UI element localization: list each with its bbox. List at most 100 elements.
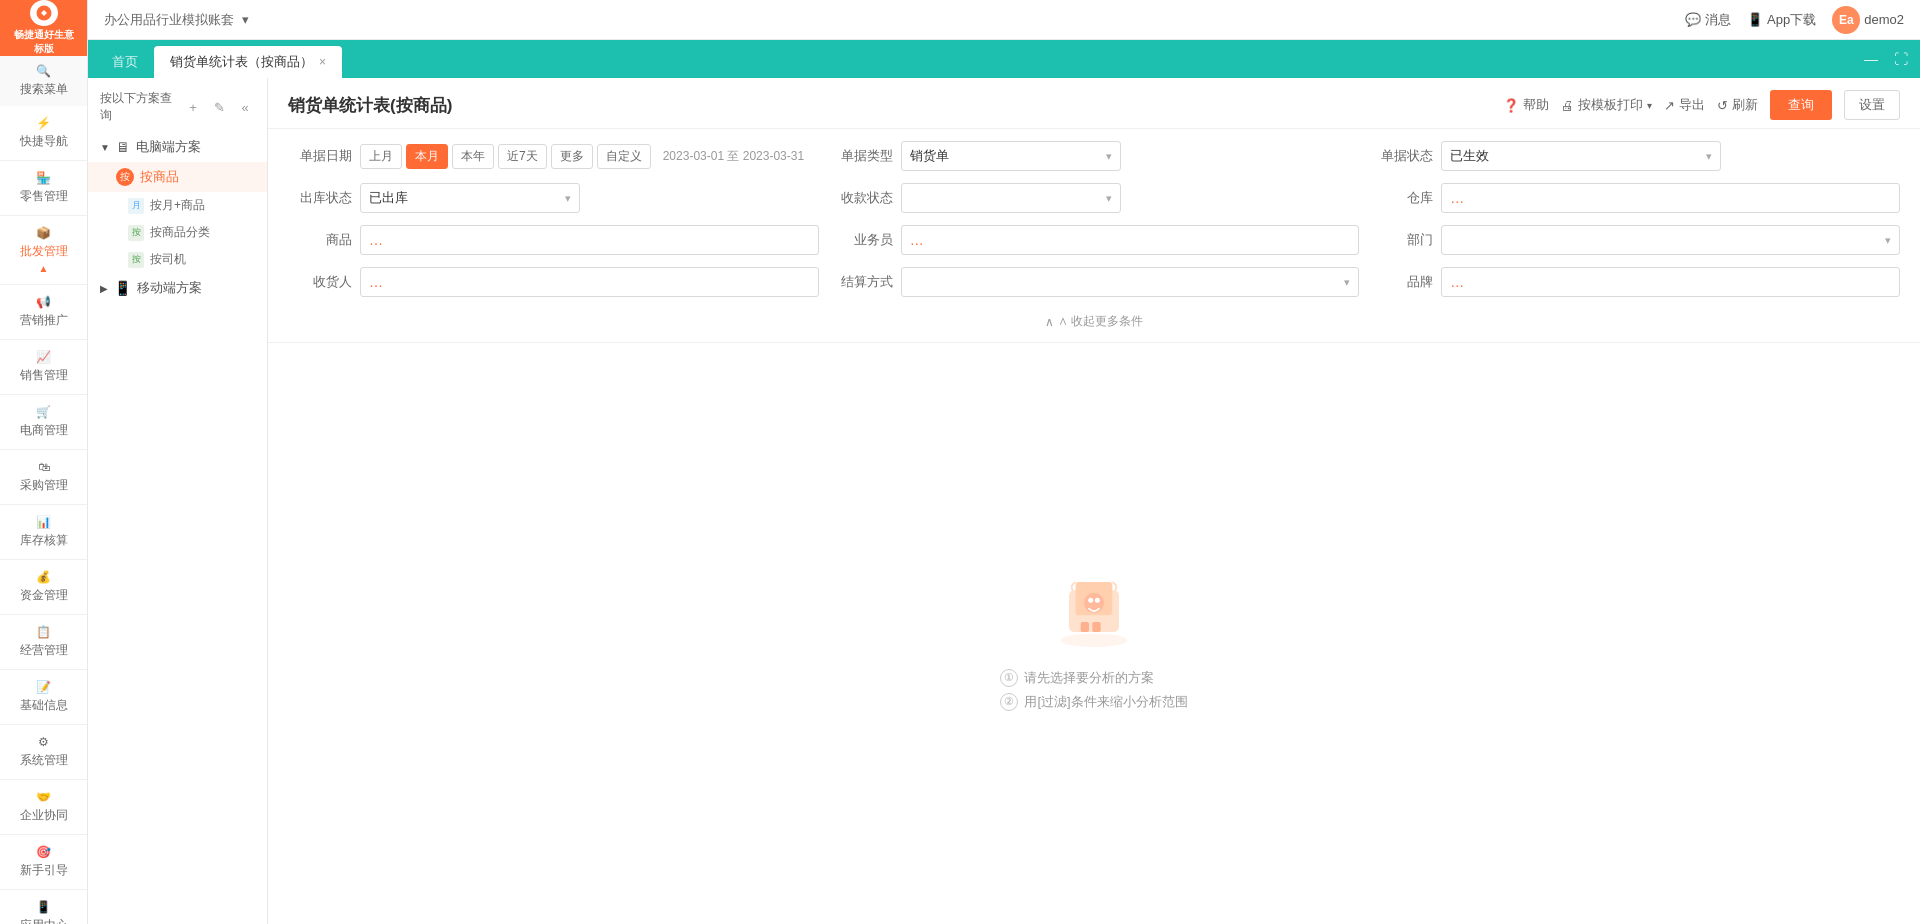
warehouse-input[interactable]: … <box>1441 183 1900 213</box>
brand-input[interactable]: … <box>1441 267 1900 297</box>
product-label: 商品 <box>288 231 360 249</box>
tab-minimize-btn[interactable]: — <box>1860 48 1882 70</box>
pc-group-icon: 🖥 <box>116 139 130 155</box>
sidebar-item-new-guide[interactable]: 🎯 新手引导 <box>0 835 87 890</box>
date-custom-btn[interactable]: 自定义 <box>597 144 651 169</box>
sidebar-item-finance[interactable]: 💰 资金管理 <box>0 560 87 615</box>
out-status-value: 已出库 <box>369 189 408 207</box>
brand-cell: 品牌 … <box>1369 267 1900 297</box>
date-this-month-btn[interactable]: 本月 <box>406 144 448 169</box>
sidebar-item-enterprise-collab[interactable]: 🤝 企业协同 <box>0 780 87 835</box>
tab-active[interactable]: 销货单统计表（按商品） × <box>154 46 342 78</box>
tip1-num: ① <box>1000 669 1018 687</box>
left-panel-header: 按以下方案查询 + ✎ « <box>88 86 267 128</box>
ecommerce-icon: 🛒 <box>36 405 51 419</box>
header-actions: 💬 消息 📱 App下载 Ea demo2 <box>1685 6 1904 34</box>
query-button[interactable]: 查询 <box>1770 90 1832 120</box>
sidebar-item-marketing[interactable]: 📢 营销推广 <box>0 285 87 340</box>
mobile-group-icon: 📱 <box>114 280 131 296</box>
collapse-filter-btn[interactable]: ∧ ∧ 收起更多条件 <box>288 305 1900 330</box>
date-last-month-btn[interactable]: 上月 <box>360 144 402 169</box>
scheme-item-by-category[interactable]: 按 按商品分类 <box>88 219 267 246</box>
payment-status-select[interactable]: ▾ <box>901 183 1121 213</box>
salesperson-label: 业务员 <box>829 231 901 249</box>
pc-group-header[interactable]: ▼ 🖥 电脑端方案 <box>88 132 267 162</box>
department-select[interactable]: ▾ <box>1441 225 1900 255</box>
help-icon: ❓ <box>1503 98 1519 113</box>
dropdown-arrow[interactable]: ▾ <box>242 12 249 27</box>
sidebar-item-purchase[interactable]: 🛍 采购管理 <box>0 450 87 505</box>
date-last7-btn[interactable]: 近7天 <box>498 144 547 169</box>
refresh-btn[interactable]: ↺ 刷新 <box>1717 96 1758 114</box>
app-download-label: App下载 <box>1767 11 1816 29</box>
help-btn[interactable]: ❓ 帮助 <box>1503 96 1549 114</box>
department-label: 部门 <box>1369 231 1441 249</box>
page-title-actions: ❓ 帮助 🖨 按模板打印 ▾ ↗ 导出 ↺ 刷新 <box>1503 90 1900 120</box>
tab-home[interactable]: 首页 <box>96 46 154 78</box>
sidebar-label: 快捷导航 <box>20 133 68 150</box>
product-input[interactable]: … <box>360 225 819 255</box>
scheme-label-by-product: 按商品 <box>140 168 179 186</box>
app-logo: 畅捷通好生意 标版 <box>0 0 88 56</box>
scheme-item-by-printer[interactable]: 按 按司机 <box>88 246 267 273</box>
user-profile[interactable]: Ea demo2 <box>1832 6 1904 34</box>
doc-status-cell: 单据状态 已生效 ▾ <box>1369 141 1900 171</box>
sidebar-item-quick-nav[interactable]: ⚡ 快捷导航 <box>0 106 87 161</box>
mobile-group-arrow: ▶ <box>100 283 108 294</box>
date-this-year-btn[interactable]: 本年 <box>452 144 494 169</box>
sidebar-label: 批发管理 <box>20 243 68 260</box>
expand-icon: ▲ <box>39 263 49 274</box>
add-scheme-btn[interactable]: + <box>183 97 203 117</box>
scheme-item-by-product[interactable]: 按 按商品 <box>88 162 267 192</box>
sidebar-item-app-center[interactable]: 📱 应用中心 <box>0 890 87 924</box>
scheme-sub-icon-printer: 按 <box>128 252 144 268</box>
sidebar-item-retail[interactable]: 🏪 零售管理 <box>0 161 87 216</box>
filter-area: 单据日期 上月 本月 本年 近7天 更多 自定义 2023-03-01 至 20… <box>268 129 1920 343</box>
tab-close-btn[interactable]: × <box>319 56 326 68</box>
salesperson-cell: 业务员 … <box>829 225 1360 255</box>
svg-point-5 <box>1088 597 1093 602</box>
avatar: Ea <box>1832 6 1860 34</box>
salesperson-input[interactable]: … <box>901 225 1360 255</box>
collapse-panel-btn[interactable]: « <box>235 97 255 117</box>
date-filter-cell: 单据日期 上月 本月 本年 近7天 更多 自定义 2023-03-01 至 20… <box>288 144 819 169</box>
sidebar-item-basic[interactable]: 📝 基础信息 <box>0 670 87 725</box>
doc-type-select-wrap: 销货单 ▾ <box>901 141 1121 171</box>
settlement-cell: 结算方式 ▾ <box>829 267 1360 297</box>
svg-point-6 <box>1095 597 1100 602</box>
sidebar-item-operations[interactable]: 📋 经营管理 <box>0 615 87 670</box>
doc-type-select[interactable]: 销货单 ▾ <box>901 141 1121 171</box>
scheme-item-by-month-product[interactable]: 月 按月+商品 <box>88 192 267 219</box>
out-status-select[interactable]: 已出库 ▾ <box>360 183 580 213</box>
date-more-btn[interactable]: 更多 <box>551 144 593 169</box>
sales-icon: 📈 <box>36 350 51 364</box>
doc-status-select[interactable]: 已生效 ▾ <box>1441 141 1721 171</box>
tab-maximize-btn[interactable]: ⛶ <box>1890 48 1912 70</box>
sidebar-item-sales[interactable]: 📈 销售管理 <box>0 340 87 395</box>
sidebar-item-ecommerce[interactable]: 🛒 电商管理 <box>0 395 87 450</box>
sidebar-item-system[interactable]: ⚙ 系统管理 <box>0 725 87 780</box>
pc-group-label: 电脑端方案 <box>136 138 201 156</box>
message-btn[interactable]: 💬 消息 <box>1685 11 1731 29</box>
doc-type-value: 销货单 <box>910 147 949 165</box>
out-status-cell: 出库状态 已出库 ▾ <box>288 183 819 213</box>
export-btn[interactable]: ↗ 导出 <box>1664 96 1705 114</box>
sidebar-label: 新手引导 <box>20 862 68 879</box>
warehouse-dots: … <box>1450 190 1464 206</box>
sidebar-item-inventory[interactable]: 📊 库存核算 <box>0 505 87 560</box>
mobile-group-header[interactable]: ▶ 📱 移动端方案 <box>88 273 267 303</box>
sidebar-item-wholesale[interactable]: 📦 批发管理 ▲ <box>0 216 87 285</box>
sidebar: 畅捷通好生意 标版 🔍 搜索菜单 ⚡ 快捷导航 🏪 零售管理 📦 批发管理 ▲ … <box>0 0 88 924</box>
settings-button[interactable]: 设置 <box>1844 90 1900 120</box>
export-label: 导出 <box>1679 96 1705 114</box>
svg-point-4 <box>1084 592 1104 612</box>
app-download-btn[interactable]: 📱 App下载 <box>1747 11 1816 29</box>
receiver-input[interactable]: … <box>360 267 819 297</box>
receiver-dots: … <box>369 274 383 290</box>
main-wrap: 办公用品行业模拟账套 ▾ 💬 消息 📱 App下载 Ea demo2 首页 销货… <box>88 0 1920 924</box>
print-btn[interactable]: 🖨 按模板打印 ▾ <box>1561 96 1652 114</box>
edit-scheme-btn[interactable]: ✎ <box>209 97 229 117</box>
sidebar-item-search-menu[interactable]: 🔍 搜索菜单 <box>0 56 87 106</box>
settlement-select[interactable]: ▾ <box>901 267 1360 297</box>
sidebar-label: 电商管理 <box>20 422 68 439</box>
